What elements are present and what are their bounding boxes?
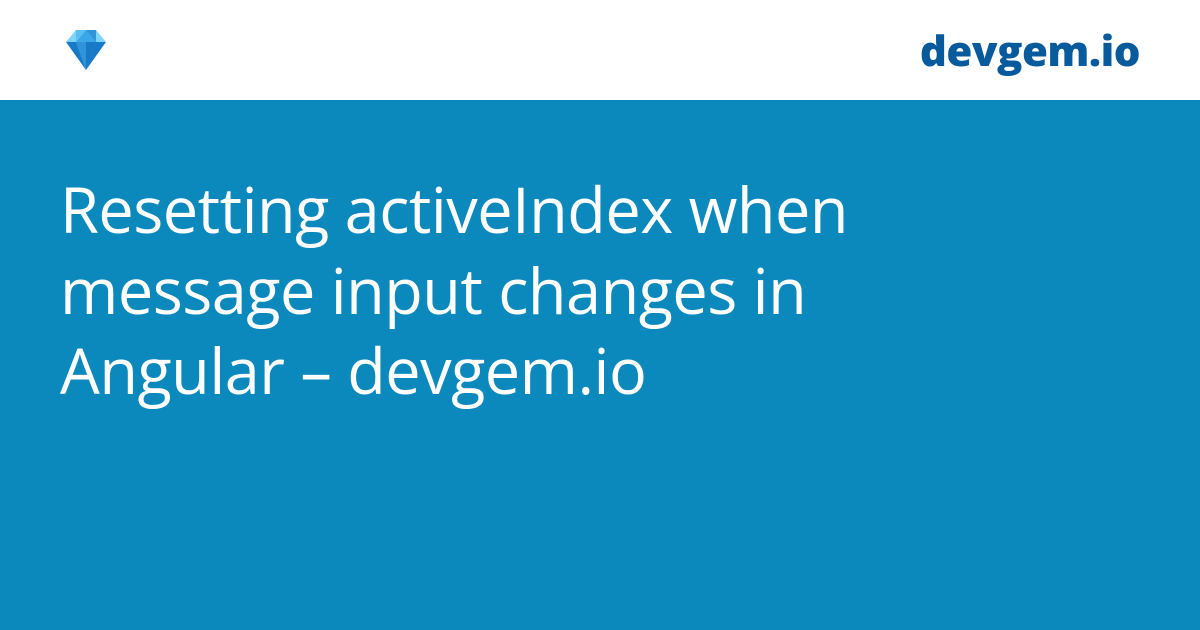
brand-name: devgem.io [920,22,1140,79]
header: devgem.io [0,0,1200,100]
page-title: Resetting activeIndex when message input… [60,170,1040,412]
gem-icon [60,24,112,76]
hero-section: Resetting activeIndex when message input… [0,100,1200,630]
